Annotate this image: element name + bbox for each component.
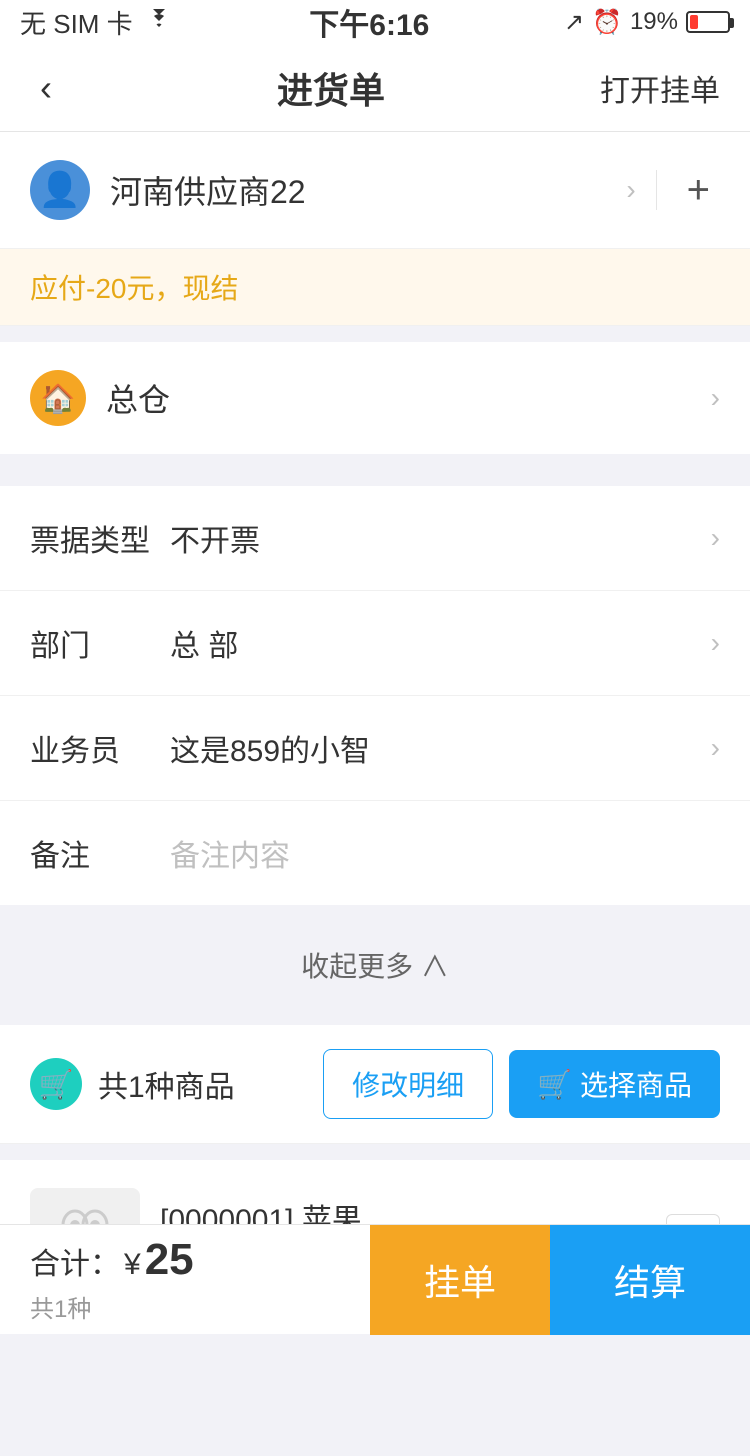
supplier-avatar: 👤 xyxy=(30,160,90,220)
invoice-chevron: › xyxy=(711,522,720,554)
select-product-button[interactable]: 🛒 选择商品 xyxy=(509,1050,720,1118)
alarm-icon: ⏰ xyxy=(592,8,622,37)
select-product-label: 选择商品 xyxy=(580,1064,692,1104)
settle-button[interactable]: 结算 xyxy=(550,1225,750,1335)
remark-label: 备注 xyxy=(30,831,170,875)
section-gap-2 xyxy=(0,470,750,486)
hang-button[interactable]: 挂单 xyxy=(370,1225,550,1335)
status-bar: 无 SIM 卡 下午6:16 ↗ ⏰ 19% xyxy=(0,0,750,44)
product-count-label: 共1种商品 xyxy=(98,1062,323,1106)
status-time: 下午6:16 xyxy=(309,0,429,44)
warehouse-row[interactable]: 🏠 总仓 › xyxy=(0,342,750,454)
avatar-icon: 👤 xyxy=(39,170,81,210)
battery-icon xyxy=(686,11,730,33)
supplier-name: 河南供应商22 xyxy=(110,167,626,213)
remark-input[interactable]: 备注内容 xyxy=(170,831,720,875)
dept-row[interactable]: 部门 总 部 › xyxy=(0,591,750,696)
total-label: 合计： xyxy=(30,1239,120,1283)
sales-chevron: › xyxy=(711,732,720,764)
product-count-icon: 🛒 xyxy=(30,1058,82,1110)
open-hang-button[interactable]: 打开挂单 xyxy=(600,66,720,110)
notice-text: 应付-20元，现结 xyxy=(30,273,238,304)
sales-value: 这是859的小智 xyxy=(170,726,711,770)
total-amount: 25 xyxy=(145,1235,194,1285)
divider xyxy=(656,170,657,210)
collapse-label: 收起更多 ∧ xyxy=(301,945,449,985)
invoice-value: 不开票 xyxy=(170,516,711,560)
section-gap xyxy=(0,326,750,342)
section-gap-3 xyxy=(0,1009,750,1025)
supplier-card: 👤 河南供应商22 › + 应付-20元，现结 xyxy=(0,132,750,326)
form-card: 票据类型 不开票 › 部门 总 部 › 业务员 这是859的小智 › 备注 备注… xyxy=(0,486,750,905)
warehouse-icon: 🏠 xyxy=(41,382,76,415)
nav-bar: ‹ 进货单 打开挂单 xyxy=(0,44,750,132)
supplier-chevron: › xyxy=(626,174,635,206)
invoice-label: 票据类型 xyxy=(30,516,170,560)
status-right: ↗ ⏰ 19% xyxy=(564,8,730,37)
edit-detail-button[interactable]: 修改明细 xyxy=(323,1049,493,1119)
page-title: 进货单 xyxy=(277,62,385,114)
dept-label: 部门 xyxy=(30,621,170,665)
sales-row[interactable]: 业务员 这是859的小智 › xyxy=(0,696,750,801)
sales-label: 业务员 xyxy=(30,726,170,770)
total-main: 合计： ¥ 25 xyxy=(30,1235,340,1285)
warehouse-name: 总仓 xyxy=(106,375,711,421)
footer-total: 合计： ¥ 25 共1种 xyxy=(0,1235,370,1324)
back-button[interactable]: ‹ xyxy=(30,57,62,119)
warehouse-icon-wrap: 🏠 xyxy=(30,370,86,426)
notice-bar: 应付-20元，现结 xyxy=(0,249,750,326)
status-left: 无 SIM 卡 xyxy=(20,4,175,41)
invoice-row[interactable]: 票据类型 不开票 › xyxy=(0,486,750,591)
footer: 合计： ¥ 25 共1种 挂单 结算 xyxy=(0,1224,750,1334)
dept-value: 总 部 xyxy=(170,621,711,665)
warehouse-chevron: › xyxy=(711,382,720,414)
wifi-icon xyxy=(143,7,175,38)
select-product-icon: 🛒 xyxy=(537,1068,572,1101)
total-symbol: ¥ xyxy=(124,1248,141,1282)
remark-row[interactable]: 备注 备注内容 xyxy=(0,801,750,905)
battery-percent: 19% xyxy=(630,8,678,36)
collapse-bar[interactable]: 收起更多 ∧ xyxy=(0,921,750,1009)
total-sub: 共1种 xyxy=(30,1289,340,1324)
location-icon: ↗ xyxy=(564,8,584,37)
dept-chevron: › xyxy=(711,627,720,659)
footer-spacer xyxy=(0,1326,750,1456)
warehouse-card: 🏠 总仓 › xyxy=(0,342,750,454)
carrier-label: 无 SIM 卡 xyxy=(20,4,133,41)
cart-icon: 🛒 xyxy=(39,1068,74,1101)
product-header: 🛒 共1种商品 修改明细 🛒 选择商品 xyxy=(0,1025,750,1144)
add-supplier-button[interactable]: + xyxy=(677,168,720,213)
supplier-row[interactable]: 👤 河南供应商22 › + xyxy=(0,132,750,249)
